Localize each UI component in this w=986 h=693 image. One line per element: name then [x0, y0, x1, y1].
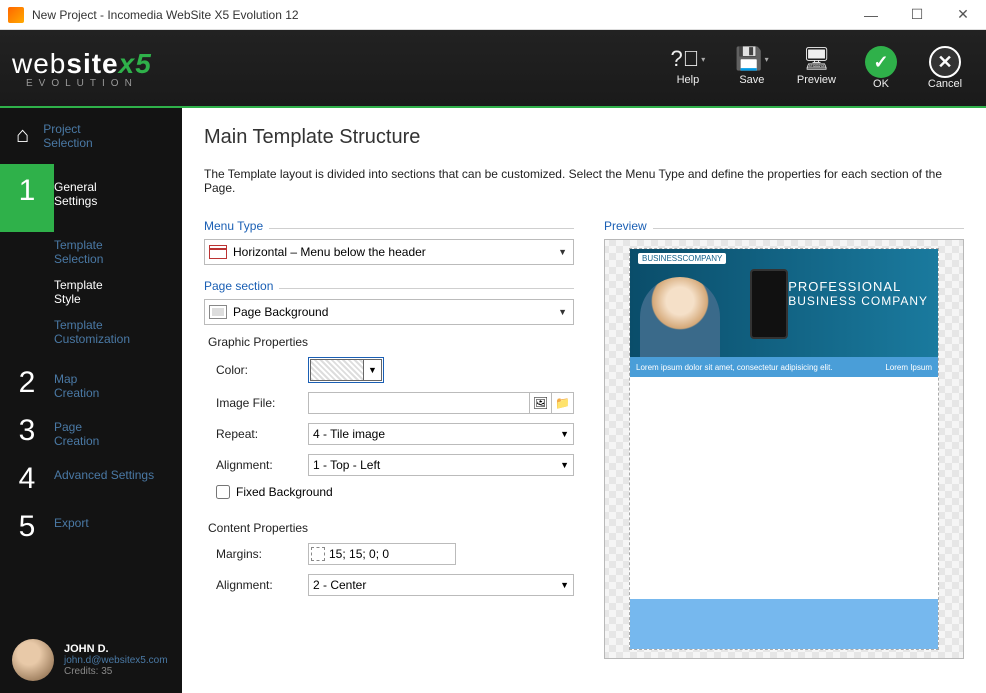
page-section-label: Page section: [204, 279, 279, 293]
preview-footer: [630, 599, 938, 649]
sidebar-sub-template-selection[interactable]: Template Selection: [54, 232, 182, 272]
toolbar: websitex5 EVOLUTION ?⃝▾ Help 💾▾ Save 🖥 P…: [0, 30, 986, 108]
help-button[interactable]: ?⃝▾ Help: [661, 42, 715, 94]
preview-subheader: Lorem ipsum dolor sit amet, consectetur …: [630, 357, 938, 377]
preview-logo: BUSINESSCOMPANY: [638, 253, 726, 264]
image-file-label: Image File:: [216, 396, 308, 410]
alignment-label: Alignment:: [216, 458, 308, 472]
page-section-select[interactable]: Page Background ▼: [204, 299, 574, 325]
color-dropdown[interactable]: ▼: [364, 359, 382, 381]
preview-phone: [750, 269, 788, 339]
window-title: New Project - Incomedia WebSite X5 Evolu…: [32, 8, 848, 22]
sidebar-home[interactable]: ⌂ Project Selection: [0, 108, 182, 150]
chevron-down-icon: ▼: [560, 429, 569, 439]
chevron-down-icon: ▼: [554, 247, 571, 257]
cancel-button[interactable]: ✕ Cancel: [918, 42, 972, 94]
menu-type-icon: [209, 245, 227, 259]
fixed-background-checkbox[interactable]: Fixed Background: [216, 485, 574, 499]
preview-icon: 🖥: [802, 46, 830, 72]
main-panel: Main Template Structure The Template lay…: [182, 108, 986, 693]
content-alignment-label: Alignment:: [216, 578, 308, 592]
image-file-input[interactable]: [308, 392, 530, 414]
image-browse-button[interactable]: 📁: [552, 392, 574, 414]
chevron-down-icon: ▼: [560, 460, 569, 470]
minimize-button[interactable]: —: [848, 0, 894, 30]
sidebar-step-1[interactable]: 1 General Settings: [0, 150, 182, 232]
sidebar-step-3[interactable]: 3 Page Creation: [0, 400, 182, 448]
save-button[interactable]: 💾▾ Save: [725, 42, 779, 94]
margins-icon: [311, 547, 325, 561]
save-icon: 💾▾: [735, 46, 768, 72]
check-icon: ✓: [865, 46, 897, 78]
avatar: [12, 639, 54, 681]
chevron-down-icon: ▼: [560, 580, 569, 590]
color-label: Color:: [216, 363, 308, 377]
menu-type-select[interactable]: Horizontal – Menu below the header ▼: [204, 239, 574, 265]
ok-button[interactable]: ✓ OK: [854, 42, 908, 94]
user-box[interactable]: JOHN D. john.d@websitex5.com Credits: 35: [0, 627, 182, 693]
preview-canvas: BUSINESSCOMPANY PROFESSIONAL BUSINESS CO…: [629, 248, 939, 650]
sidebar-step-4[interactable]: 4 Advanced Settings: [0, 448, 182, 496]
sidebar-sub-template-style[interactable]: Template Style: [54, 272, 182, 312]
preview-person: [640, 277, 720, 357]
chevron-down-icon: ▼: [554, 307, 571, 317]
close-icon: ✕: [929, 46, 961, 78]
user-credits: Credits: 35: [64, 666, 168, 677]
sidebar-sub-template-customization[interactable]: Template Customization: [54, 312, 182, 352]
preview-header: BUSINESSCOMPANY PROFESSIONAL BUSINESS CO…: [630, 249, 938, 357]
content-alignment-select[interactable]: 2 - Center▼: [308, 574, 574, 596]
margins-input[interactable]: 15; 15; 0; 0: [308, 543, 456, 565]
app-icon: [8, 7, 24, 23]
user-name: JOHN D.: [64, 643, 168, 655]
user-email: john.d@websitex5.com: [64, 655, 168, 666]
page-title: Main Template Structure: [204, 126, 964, 149]
color-swatch[interactable]: [310, 359, 364, 381]
alignment-select[interactable]: 1 - Top - Left▼: [308, 454, 574, 476]
sidebar-step-5[interactable]: 5 Export: [0, 496, 182, 544]
image-library-button[interactable]: 🖼: [530, 392, 552, 414]
margins-label: Margins:: [216, 547, 308, 561]
sidebar: ⌂ Project Selection 1 General Settings T…: [0, 108, 182, 693]
content-properties-label: Content Properties: [208, 521, 574, 535]
repeat-label: Repeat:: [216, 427, 308, 441]
titlebar: New Project - Incomedia WebSite X5 Evolu…: [0, 0, 986, 30]
app-logo: websitex5 EVOLUTION: [12, 48, 152, 89]
page-section-icon: [209, 305, 227, 319]
preview-button[interactable]: 🖥 Preview: [789, 42, 844, 94]
preview-area: BUSINESSCOMPANY PROFESSIONAL BUSINESS CO…: [604, 239, 964, 659]
preview-label: Preview: [604, 219, 653, 233]
repeat-select[interactable]: 4 - Tile image▼: [308, 423, 574, 445]
maximize-button[interactable]: ☐: [894, 0, 940, 30]
close-window-button[interactable]: ✕: [940, 0, 986, 30]
graphic-properties-label: Graphic Properties: [208, 335, 574, 349]
help-icon: ?⃝▾: [670, 46, 705, 72]
home-icon: ⌂: [16, 122, 29, 148]
page-description: The Template layout is divided into sect…: [204, 167, 964, 195]
preview-body: [630, 377, 938, 599]
menu-type-label: Menu Type: [204, 219, 269, 233]
sidebar-step-2[interactable]: 2 Map Creation: [0, 352, 182, 400]
